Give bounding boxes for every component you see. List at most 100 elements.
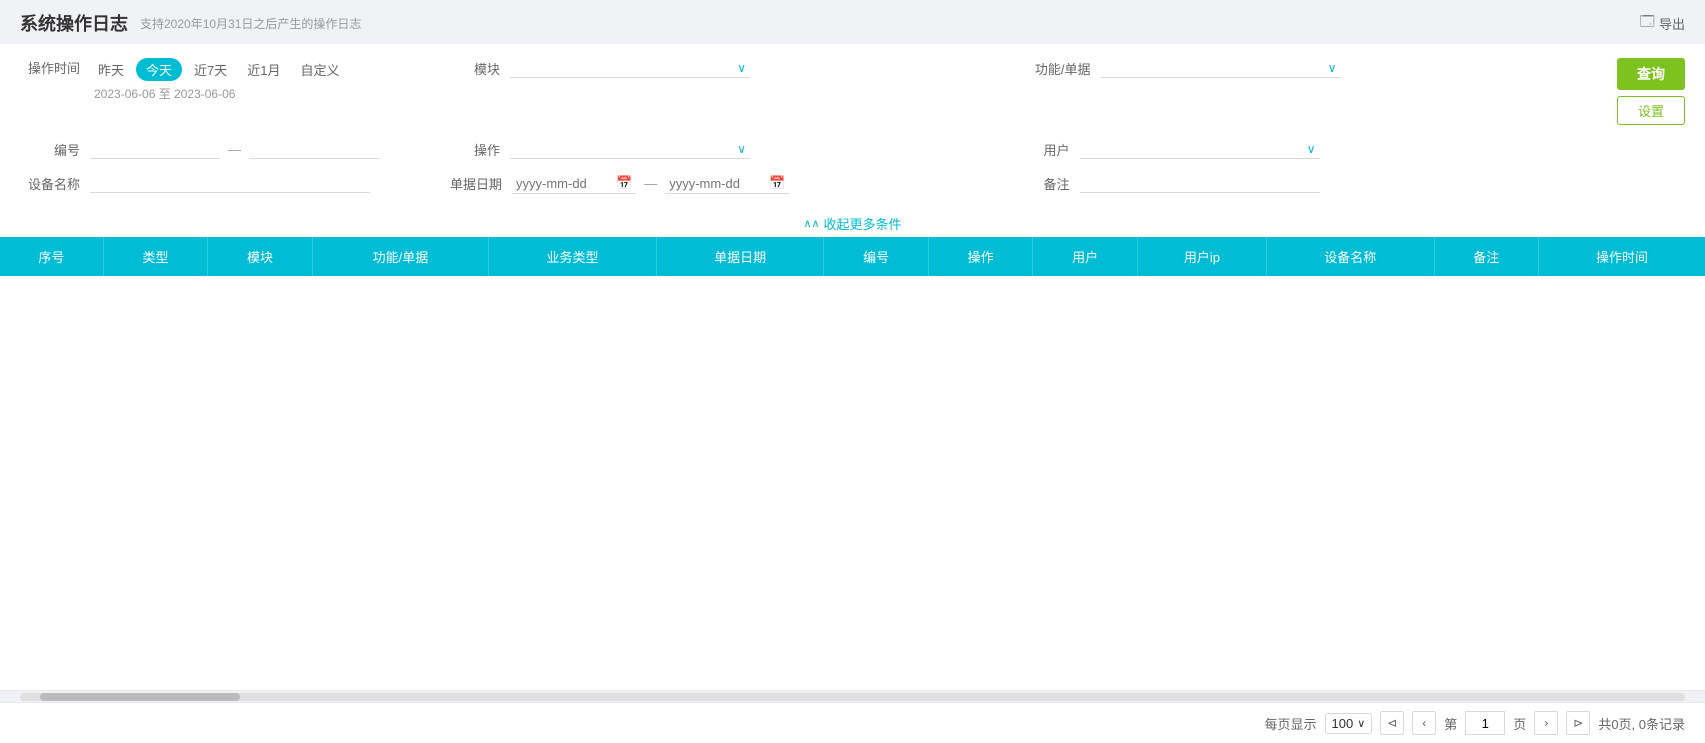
- user-label: 用户: [1000, 140, 1070, 159]
- page-subtitle: 支持2020年10月31日之后产生的操作日志: [140, 15, 361, 32]
- function-filter-group: 功能/单据 ∨: [1021, 58, 1602, 78]
- page-label: 第: [1444, 714, 1457, 733]
- user-chevron-icon[interactable]: ∨: [1303, 140, 1320, 158]
- last-page-button[interactable]: ⊳: [1566, 711, 1590, 735]
- export-button[interactable]: 🗔 导出: [1640, 11, 1685, 35]
- query-button[interactable]: 查询: [1617, 58, 1685, 90]
- module-select[interactable]: ∨: [510, 58, 750, 78]
- page-container: 系统操作日志 支持2020年10月31日之后产生的操作日志 🗔 导出 操作时间 …: [0, 0, 1705, 743]
- scrollbar-thumb[interactable]: [40, 693, 240, 701]
- operation-input[interactable]: [510, 139, 733, 158]
- calendar-start-icon[interactable]: 📅: [612, 173, 636, 193]
- next-page-button[interactable]: ›: [1534, 711, 1558, 735]
- export-label: 导出: [1659, 14, 1685, 33]
- collapse-row: ∧∧ 收起更多条件: [0, 208, 1705, 237]
- table-header-row: 序号 类型 模块 功能/单据 业务类型 单据日期 编号 操作 用户 用户ip 设…: [0, 237, 1705, 276]
- time-btn-today[interactable]: 今天: [136, 58, 182, 81]
- time-btn-1month[interactable]: 近1月: [239, 58, 288, 81]
- number-dash: —: [228, 142, 241, 157]
- action-buttons: 查询 设置: [1617, 58, 1685, 125]
- per-page-label: 每页显示: [1265, 714, 1317, 733]
- pagination-bar: 每页显示 100 ∨ ⊲ ‹ 第 页 › ⊳ 共0页, 0条记录: [0, 702, 1705, 743]
- page-unit: 页: [1513, 714, 1526, 733]
- device-input[interactable]: [90, 173, 370, 193]
- number-label: 编号: [20, 140, 80, 159]
- module-label: 模块: [440, 59, 500, 78]
- prev-page-button[interactable]: ‹: [1412, 711, 1436, 735]
- voucher-date-label: 单据日期: [440, 174, 502, 193]
- col-operation: 操作: [928, 237, 1032, 276]
- user-filter-group: 用户 ∨: [1000, 139, 1560, 159]
- number-filter-group: 编号 —: [20, 139, 440, 159]
- settings-button[interactable]: 设置: [1617, 96, 1685, 125]
- col-module: 模块: [208, 237, 312, 276]
- module-filter-group: 模块 ∨: [440, 58, 1021, 78]
- col-type: 类型: [103, 237, 207, 276]
- operation-select[interactable]: ∨: [510, 139, 750, 159]
- number-input-end[interactable]: [249, 139, 379, 159]
- col-biztype: 业务类型: [489, 237, 657, 276]
- collapse-chevron-icon: ∧∧: [803, 217, 819, 230]
- filter-row-1: 操作时间 昨天 今天 近7天 近1月 自定义 2023-06-06 至 2023…: [20, 58, 1685, 125]
- time-buttons: 昨天 今天 近7天 近1月 自定义: [90, 58, 348, 81]
- user-input[interactable]: [1080, 139, 1303, 158]
- function-select[interactable]: ∨: [1101, 58, 1341, 78]
- scrollbar-track: [20, 693, 1685, 701]
- time-filter-content: 昨天 今天 近7天 近1月 自定义 2023-06-06 至 2023-06-0…: [90, 58, 348, 102]
- filter-row-3: 设备名称 单据日期 📅 — 📅: [20, 173, 1685, 194]
- collapse-label: 收起更多条件: [824, 214, 902, 233]
- calendar-end-icon[interactable]: 📅: [765, 173, 789, 193]
- number-input-start[interactable]: [90, 139, 220, 159]
- first-page-button[interactable]: ⊲: [1380, 711, 1404, 735]
- operation-label: 操作: [440, 140, 500, 159]
- total-info: 共0页, 0条记录: [1598, 714, 1685, 733]
- collapse-button[interactable]: ∧∧ 收起更多条件: [803, 214, 901, 233]
- time-btn-7days[interactable]: 近7天: [186, 58, 235, 81]
- operation-filter-group: 操作 ∨: [440, 139, 1000, 159]
- scrollbar-area: [0, 690, 1705, 702]
- remark-input[interactable]: [1080, 173, 1320, 193]
- operation-chevron-icon[interactable]: ∨: [733, 140, 750, 158]
- time-btn-yesterday[interactable]: 昨天: [90, 58, 132, 81]
- date-start-input[interactable]: [512, 174, 612, 193]
- date-end-wrap: 📅: [665, 173, 789, 194]
- function-input[interactable]: [1101, 58, 1324, 77]
- user-select[interactable]: ∨: [1080, 139, 1320, 159]
- module-input[interactable]: [510, 58, 733, 77]
- table-container: 序号 类型 模块 功能/单据 业务类型 单据日期 编号 操作 用户 用户ip 设…: [0, 237, 1705, 690]
- col-device: 设备名称: [1266, 237, 1434, 276]
- per-page-chevron-icon: ∨: [1357, 717, 1365, 730]
- filter-row-2: 编号 — 操作 ∨ 用户: [20, 139, 1685, 159]
- table-header: 序号 类型 模块 功能/单据 业务类型 单据日期 编号 操作 用户 用户ip 设…: [0, 237, 1705, 276]
- page-title: 系统操作日志: [20, 10, 128, 36]
- col-number: 编号: [824, 237, 928, 276]
- col-remark: 备注: [1434, 237, 1538, 276]
- col-user: 用户: [1033, 237, 1137, 276]
- voucher-date-filter-group: 单据日期 📅 — 📅: [440, 173, 1000, 194]
- col-function: 功能/单据: [312, 237, 488, 276]
- device-label: 设备名称: [20, 174, 80, 193]
- time-filter-group: 操作时间 昨天 今天 近7天 近1月 自定义 2023-06-06 至 2023…: [20, 58, 440, 102]
- per-page-value: 100: [1332, 716, 1354, 731]
- per-page-select[interactable]: 100 ∨: [1325, 713, 1373, 734]
- export-icon: 🗔: [1640, 11, 1655, 35]
- time-label: 操作时间: [20, 58, 80, 77]
- module-chevron-icon[interactable]: ∨: [733, 59, 750, 77]
- date-dash: —: [644, 176, 657, 191]
- col-userip: 用户ip: [1137, 237, 1266, 276]
- date-start-wrap: 📅: [512, 173, 636, 194]
- date-end-input[interactable]: [665, 174, 765, 193]
- col-seq: 序号: [0, 237, 103, 276]
- time-btn-custom[interactable]: 自定义: [293, 58, 348, 81]
- page-number-input[interactable]: [1465, 711, 1505, 735]
- header-left: 系统操作日志 支持2020年10月31日之后产生的操作日志: [20, 10, 361, 36]
- filter-area: 操作时间 昨天 今天 近7天 近1月 自定义 2023-06-06 至 2023…: [0, 44, 1705, 237]
- device-filter-group: 设备名称: [20, 173, 440, 193]
- data-table: 序号 类型 模块 功能/单据 业务类型 单据日期 编号 操作 用户 用户ip 设…: [0, 237, 1705, 276]
- remark-label: 备注: [1000, 174, 1070, 193]
- time-range-display: 2023-06-06 至 2023-06-06: [94, 85, 348, 102]
- function-chevron-icon[interactable]: ∨: [1324, 59, 1341, 77]
- col-optime: 操作时间: [1539, 237, 1705, 276]
- function-label: 功能/单据: [1021, 59, 1091, 78]
- remark-filter-group: 备注: [1000, 173, 1560, 193]
